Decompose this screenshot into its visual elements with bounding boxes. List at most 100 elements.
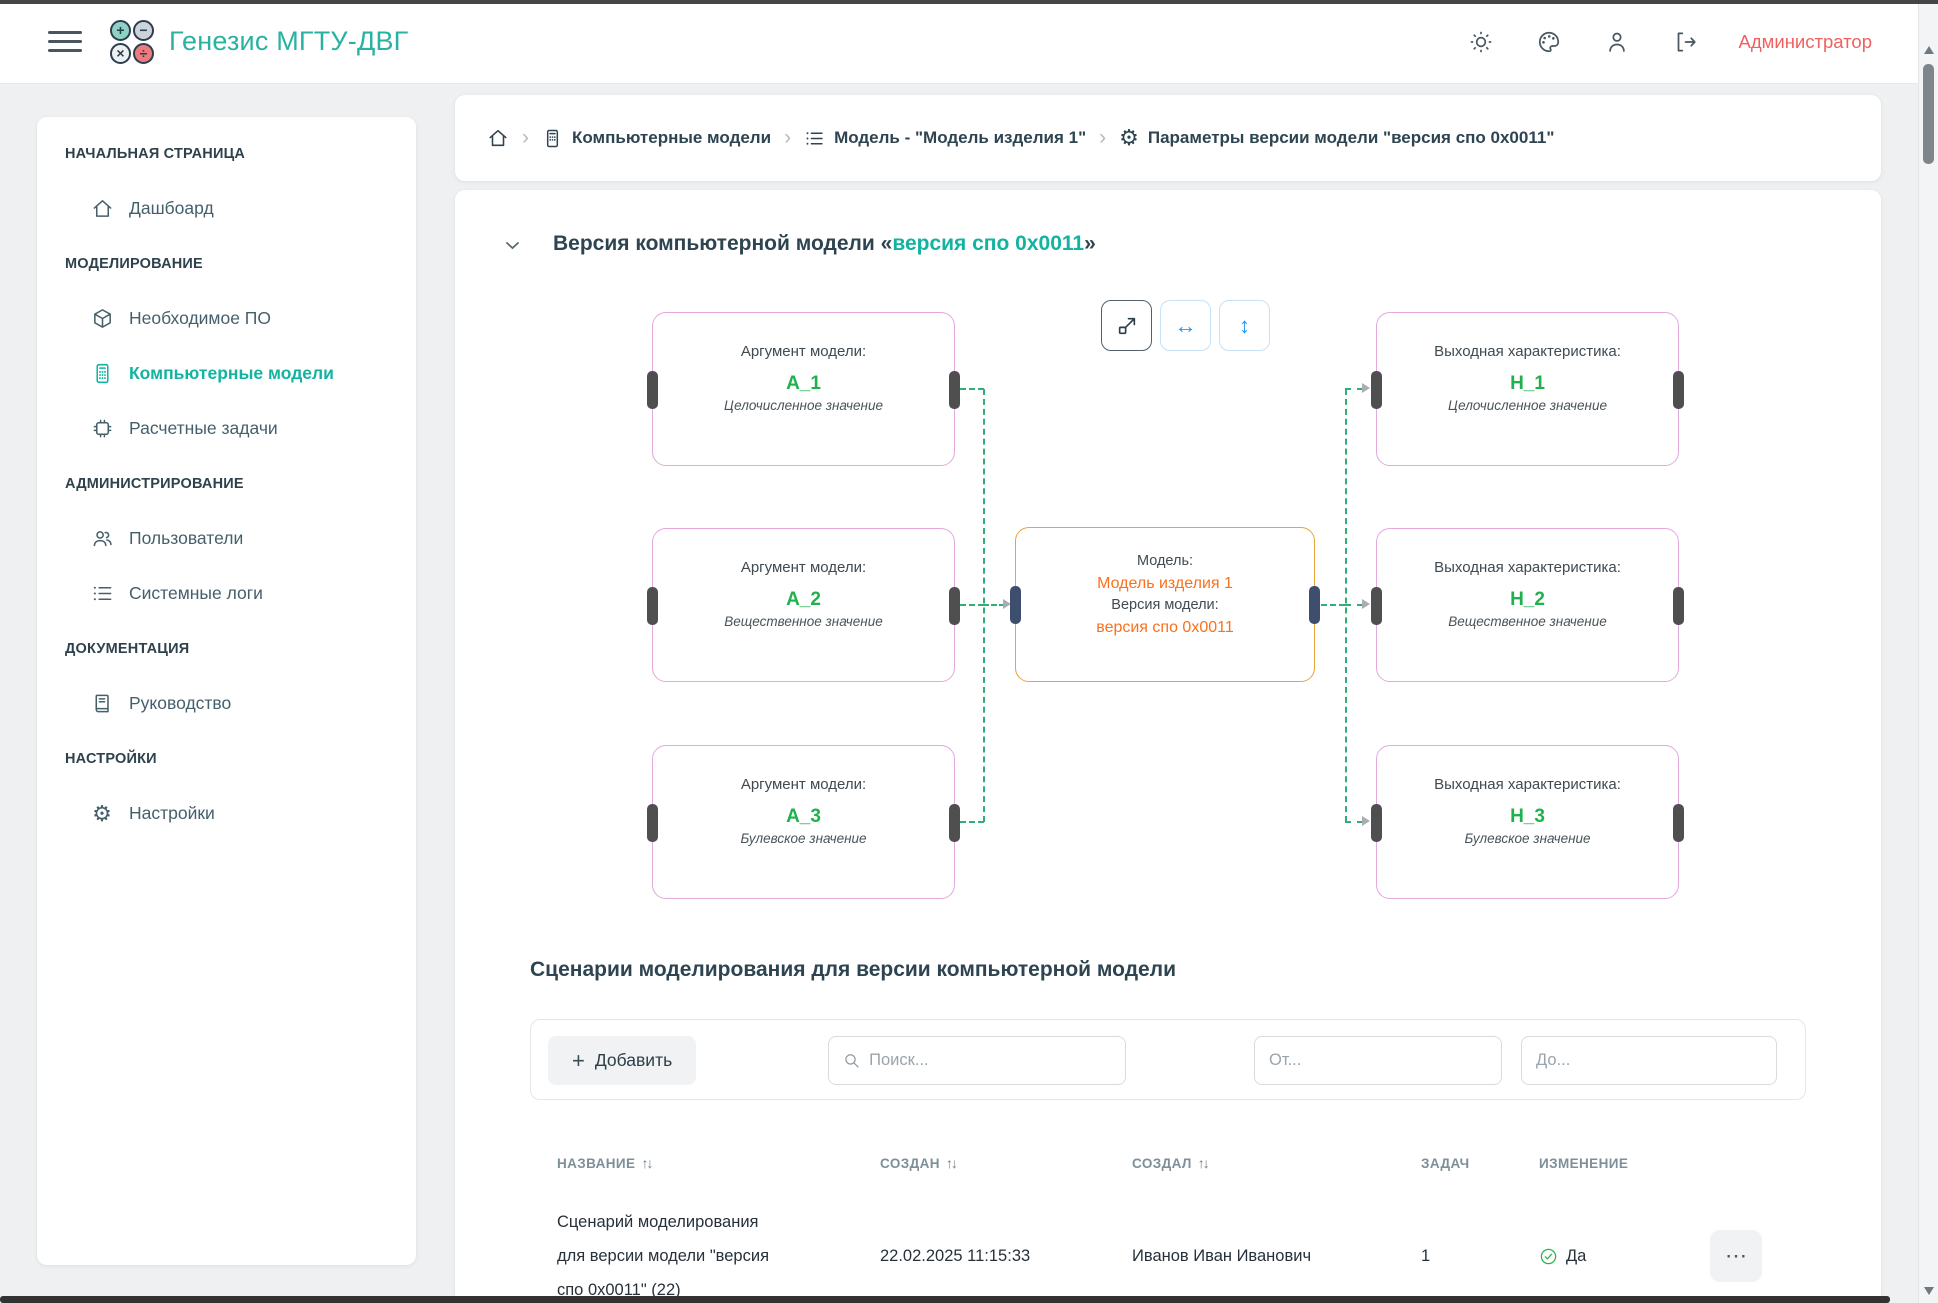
node-handle[interactable]: [1673, 804, 1684, 842]
logo-plus-icon: +: [110, 19, 131, 41]
main-content-card: Версия компьютерной модели «версия спо 0…: [455, 190, 1881, 1303]
sidebar-section-documentation: ДОКУМЕНТАЦИЯ: [65, 640, 190, 657]
node-handle[interactable]: [647, 587, 658, 625]
connector-line: [960, 604, 984, 606]
node-handle[interactable]: [647, 371, 658, 409]
sidebar-section-settings: НАСТРОЙКИ: [65, 750, 157, 767]
sort-icon[interactable]: ↑↓: [641, 1155, 653, 1171]
argument-type: Булевское значение: [740, 831, 867, 846]
argument-name: A_1: [786, 373, 821, 394]
scroll-down-icon[interactable]: [1924, 1287, 1934, 1295]
sort-icon[interactable]: ↑↓: [946, 1155, 958, 1171]
output-type: Булевское значение: [1464, 831, 1591, 846]
profile-icon[interactable]: [1603, 28, 1631, 56]
table-header-row: НАЗВАНИЕ ↑↓ СОЗДАН ↑↓ СОЗДАЛ ↑↓ ЗАДАЧ ИЗМЕН…: [557, 1135, 1819, 1191]
book-icon: [90, 692, 114, 716]
sidebar-item-label: Дашбоард: [129, 198, 214, 218]
node-handle[interactable]: [1309, 586, 1320, 624]
sidebar-item-users[interactable]: Пользователи: [37, 511, 416, 566]
vertical-layout-button[interactable]: ↕: [1219, 300, 1270, 351]
date-to-input[interactable]: [1536, 1051, 1762, 1070]
column-header-created[interactable]: СОЗДАН ↑↓: [880, 1155, 1132, 1171]
version-name: версия спо 0x0011: [892, 232, 1085, 255]
app-window: + − × ÷ Генезис МГТУ-ДВГ Администратор Н…: [0, 0, 1938, 1303]
palette-icon[interactable]: [1535, 28, 1563, 56]
theme-sun-icon[interactable]: [1467, 28, 1495, 56]
date-from-input[interactable]: [1269, 1051, 1487, 1070]
model-name: Модель изделия 1: [1097, 575, 1233, 592]
argument-name: A_3: [786, 806, 821, 827]
vertical-scrollbar-thumb[interactable]: [1923, 64, 1934, 164]
node-handle[interactable]: [1371, 804, 1382, 842]
breadcrumb-home[interactable]: [487, 127, 509, 149]
page-title: Версия компьютерной модели «версия спо 0…: [553, 232, 1096, 255]
sidebar-item-label: Настройки: [129, 803, 215, 823]
chevron-right-icon: ›: [784, 126, 792, 149]
breadcrumb-version-params[interactable]: ⚙ Параметры версии модели "версия спо 0x…: [1119, 127, 1554, 149]
scenario-name-cell: Сценарий моделирования для версии модели…: [557, 1213, 770, 1299]
output-node-h1[interactable]: Выходная характеристика: H_1 Целочисленн…: [1371, 312, 1684, 466]
sidebar: НАЧАЛЬНАЯ СТРАНИЦА Дашбоард МОДЕЛИРОВАНИ…: [37, 117, 416, 1265]
logo-divide-icon: ÷: [133, 42, 154, 64]
connector-arrow-icon: [1362, 383, 1370, 393]
model-node[interactable]: Модель: Модель изделия 1 Версия модели: …: [1010, 527, 1320, 682]
output-name: H_2: [1510, 589, 1545, 610]
output-node-h2[interactable]: Выходная характеристика: H_2 Вещественно…: [1371, 528, 1684, 682]
logout-icon[interactable]: [1671, 28, 1699, 56]
menu-toggle-button[interactable]: [48, 25, 82, 58]
scenarios-toolbar: + Добавить: [530, 1019, 1806, 1100]
add-scenario-button[interactable]: + Добавить: [548, 1036, 697, 1085]
fit-view-button[interactable]: [1101, 300, 1152, 351]
column-header-name[interactable]: НАЗВАНИЕ ↑↓: [557, 1155, 880, 1171]
node-handle[interactable]: [1673, 371, 1684, 409]
horizontal-layout-button[interactable]: ↔: [1160, 300, 1211, 351]
model-version: версия спо 0x0011: [1096, 619, 1234, 636]
sort-icon[interactable]: ↑↓: [1198, 1155, 1210, 1171]
node-handle[interactable]: [1673, 587, 1684, 625]
top-header: + − × ÷ Генезис МГТУ-ДВГ Администратор: [0, 0, 1938, 84]
breadcrumb-model[interactable]: Модель - "Модель изделия 1": [804, 128, 1086, 149]
sidebar-item-computer-models[interactable]: Компьютерные модели: [37, 346, 416, 401]
argument-node-a1[interactable]: Аргумент модели: A_1 Целочисленное значе…: [647, 312, 960, 466]
argument-node-a3[interactable]: Аргумент модели: A_3 Булевское значение: [647, 745, 960, 899]
node-handle[interactable]: [647, 804, 658, 842]
column-header-creator[interactable]: СОЗДАЛ ↑↓: [1132, 1155, 1421, 1171]
sidebar-item-manual[interactable]: Руководство: [37, 676, 416, 731]
node-handle[interactable]: [1010, 586, 1021, 624]
date-from-field: [1254, 1036, 1502, 1085]
chevron-right-icon: ›: [1099, 126, 1107, 149]
sidebar-item-settings[interactable]: ⚙ Настройки: [37, 786, 416, 841]
node-handle[interactable]: [949, 587, 960, 625]
scenario-creator-cell: Иванов Иван Иванович: [1132, 1246, 1312, 1265]
search-input[interactable]: [869, 1051, 1111, 1070]
user-role-label[interactable]: Администратор: [1739, 31, 1872, 53]
scenarios-section-title: Сценарии моделирования для версии компью…: [530, 958, 1176, 981]
breadcrumb-computer-models[interactable]: Компьютерные модели: [542, 128, 771, 149]
collapse-chevron-icon[interactable]: [505, 237, 520, 255]
row-actions-button[interactable]: ⋯: [1710, 1230, 1762, 1282]
argument-node-a2[interactable]: Аргумент модели: A_2 Вещественное значен…: [647, 528, 960, 682]
sidebar-item-system-logs[interactable]: Системные логи: [37, 566, 416, 621]
sidebar-item-dashboard[interactable]: Дашбоард: [37, 181, 416, 236]
home-icon: [489, 129, 507, 147]
sidebar-item-label: Системные логи: [129, 583, 263, 603]
node-handle[interactable]: [1371, 371, 1382, 409]
users-icon: [90, 527, 114, 551]
scroll-up-icon[interactable]: [1924, 46, 1934, 54]
vertical-scrollbar[interactable]: [1918, 4, 1938, 1303]
sidebar-item-calc-tasks[interactable]: Расчетные задачи: [37, 401, 416, 456]
model-diagram: ↔ ↕ Аргумент модели: A_1 Целочисленное з…: [455, 300, 1881, 914]
output-node-h3[interactable]: Выходная характеристика: H_3 Булевское з…: [1371, 745, 1684, 899]
sidebar-item-required-software[interactable]: Необходимое ПО: [37, 291, 416, 346]
connector-line: [960, 388, 984, 390]
calculator-icon: [546, 129, 559, 147]
node-handle[interactable]: [1371, 587, 1382, 625]
table-row[interactable]: Сценарий моделирования для версии модели…: [557, 1191, 1819, 1303]
connector-arrow-icon: [1362, 816, 1370, 826]
column-header-change: ИЗМЕНЕНИЕ: [1539, 1155, 1629, 1171]
chevron-right-icon: ›: [522, 126, 529, 149]
node-handle[interactable]: [949, 804, 960, 842]
node-handle[interactable]: [949, 371, 960, 409]
search-field: [828, 1036, 1126, 1085]
horizontal-scrollbar-thumb[interactable]: [0, 1296, 1890, 1303]
